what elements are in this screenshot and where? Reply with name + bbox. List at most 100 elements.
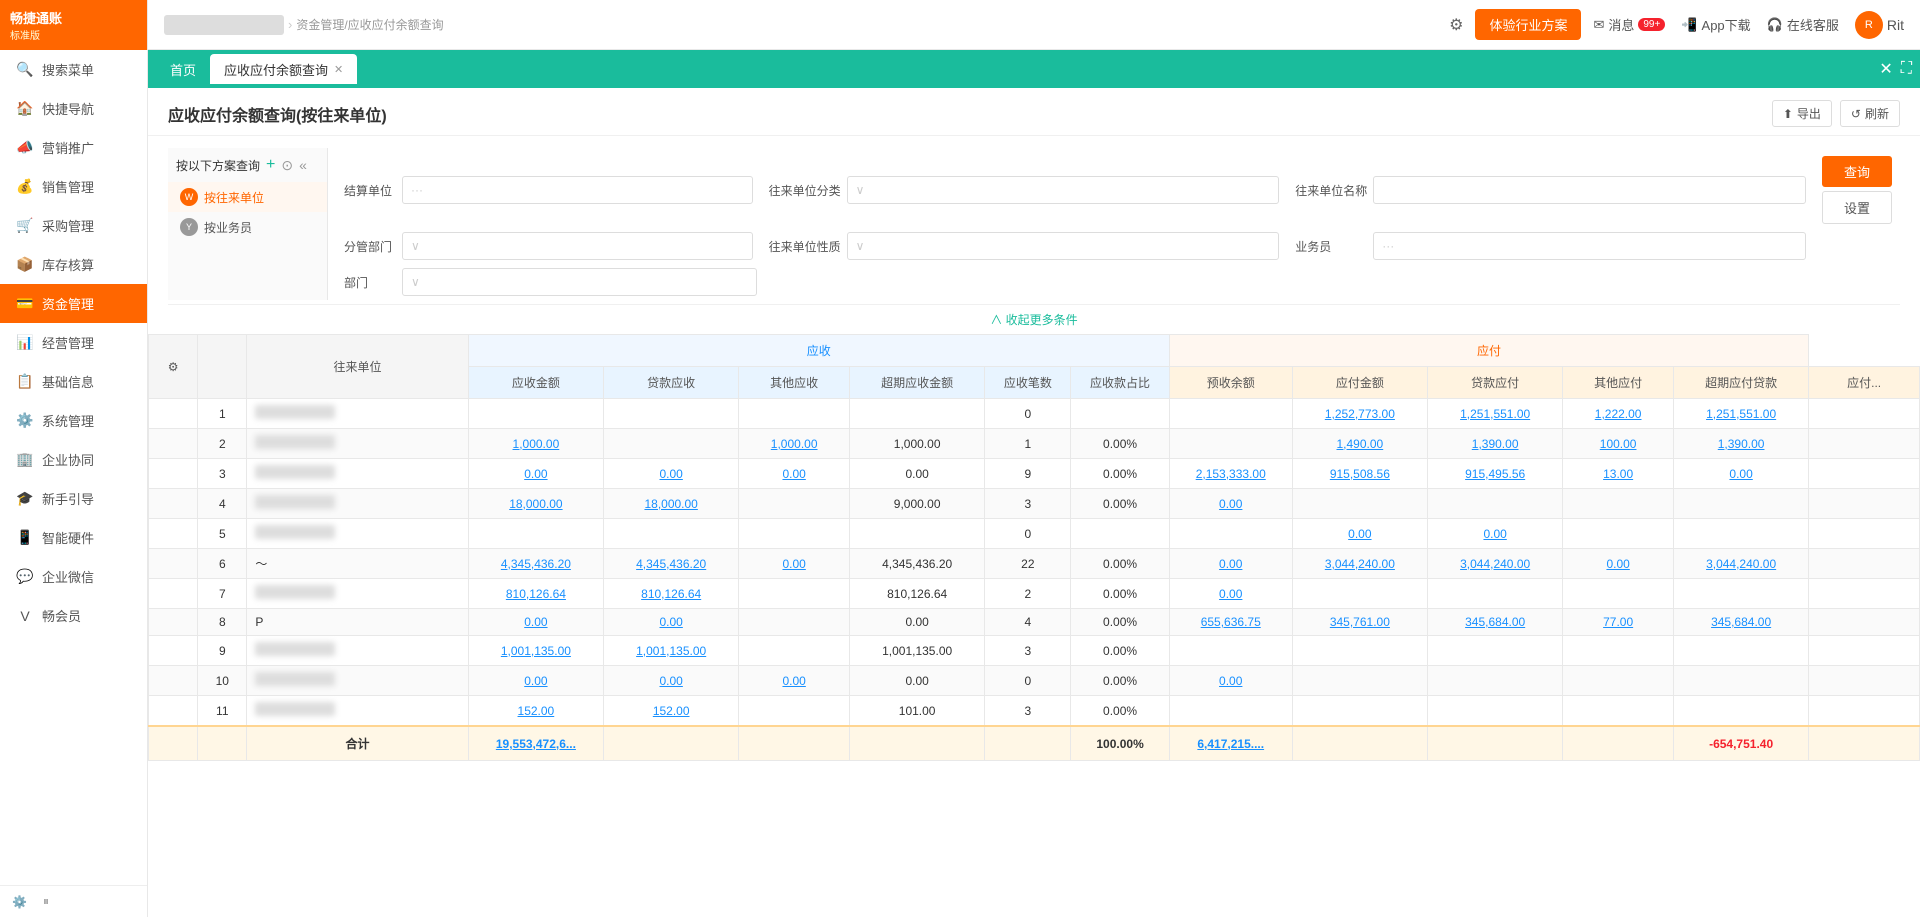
row-ys-credit[interactable]: 1,001,135.00 [604,636,739,666]
scheme-settings-icon[interactable]: ⊙ [281,157,293,174]
promo-button[interactable]: 体验行业方案 [1475,9,1581,40]
row-ys-prepay[interactable]: 655,636.75 [1169,609,1292,636]
row-ys-other[interactable]: 0.00 [739,549,850,579]
row-ys-prepay[interactable]: 0.00 [1169,489,1292,519]
refresh-button[interactable]: ↺ 刷新 [1840,100,1900,127]
partner-name-input[interactable] [1373,176,1806,204]
row-ys-credit[interactable]: 152.00 [604,696,739,727]
row-yf-overdue[interactable]: 1,251,551.00 [1673,399,1808,429]
th-settings[interactable]: ⚙ [149,335,198,399]
sidebar-item-marketing[interactable]: 📣 营销推广 [0,128,147,167]
row-ys-credit[interactable]: 0.00 [604,609,739,636]
scheme-item-partner[interactable]: W 按往来单位 [168,182,327,212]
sidebar-item-system[interactable]: ⚙️ 系统管理 [0,401,147,440]
row-yf-overdue[interactable]: 345,684.00 [1673,609,1808,636]
row-ys-amount[interactable]: 4,345,436.20 [468,549,603,579]
row-yf-amount[interactable]: 1,252,773.00 [1292,399,1427,429]
row-ys-prepay[interactable]: 0.00 [1169,579,1292,609]
export-button[interactable]: ⬆ 导出 [1772,100,1832,127]
query-button[interactable]: 查询 [1822,156,1892,187]
sidebar-item-search[interactable]: 🔍 搜索菜单 [0,50,147,89]
dept-select[interactable]: ∨ [402,232,753,260]
row-partner[interactable] [247,429,468,459]
sidebar-item-finance[interactable]: 💳 资金管理 [0,284,147,323]
setting-button[interactable]: 设置 [1822,191,1892,224]
nature-select[interactable]: ∨ [847,232,1280,260]
sidebar-item-basics[interactable]: 📋 基础信息 [0,362,147,401]
footer-ys-amount[interactable]: 19,553,472,6... [468,726,603,761]
row-yf-other[interactable]: 13.00 [1563,459,1674,489]
row-yf-credit[interactable]: 345,684.00 [1428,609,1563,636]
row-ys-amount[interactable]: 152.00 [468,696,603,727]
collapse-filter-btn[interactable]: ∧ 收起更多条件 [168,304,1900,334]
row-ys-other[interactable]: 0.00 [739,666,850,696]
app-download-btn[interactable]: 📲 App下载 [1681,15,1750,34]
row-partner[interactable] [247,519,468,549]
row-ys-amount[interactable]: 0.00 [468,609,603,636]
sidebar-item-member[interactable]: V 畅会员 [0,596,147,635]
row-yf-credit[interactable]: 915,495.56 [1428,459,1563,489]
sidebar-item-hardware[interactable]: 📱 智能硬件 [0,518,147,557]
row-yf-amount[interactable]: 1,490.00 [1292,429,1427,459]
row-partner[interactable] [247,579,468,609]
message-btn[interactable]: ✉ 消息 99+ [1593,15,1665,34]
row-ys-amount[interactable]: 0.00 [468,666,603,696]
row-yf-credit[interactable]: 0.00 [1428,519,1563,549]
row-ys-other[interactable]: 0.00 [739,459,850,489]
salesperson-input[interactable]: ··· [1373,232,1806,260]
row-yf-credit[interactable]: 1,390.00 [1428,429,1563,459]
row-yf-other[interactable]: 1,222.00 [1563,399,1674,429]
row-ys-credit[interactable]: 18,000.00 [604,489,739,519]
row-partner[interactable] [247,666,468,696]
footer-ys-prepay[interactable]: 6,417,215.... [1169,726,1292,761]
row-yf-other[interactable]: 0.00 [1563,549,1674,579]
row-partner[interactable] [247,489,468,519]
row-ys-prepay[interactable]: 0.00 [1169,549,1292,579]
sidebar-item-purchase[interactable]: 🛒 采购管理 [0,206,147,245]
online-service-btn[interactable]: 🎧 在线客服 [1767,15,1839,34]
row-yf-credit[interactable]: 3,044,240.00 [1428,549,1563,579]
sidebar-item-sales[interactable]: 💰 销售管理 [0,167,147,206]
row-ys-prepay[interactable]: 0.00 [1169,666,1292,696]
row-partner[interactable]: 〜 [247,549,468,579]
tab-home[interactable]: 首页 [156,54,210,84]
row-ys-credit[interactable]: 4,345,436.20 [604,549,739,579]
row-yf-overdue[interactable]: 0.00 [1673,459,1808,489]
row-partner[interactable] [247,636,468,666]
row-ys-amount[interactable]: 810,126.64 [468,579,603,609]
sidebar-item-guide[interactable]: 🎓 新手引导 [0,479,147,518]
row-partner[interactable] [247,459,468,489]
sidebar-item-operations[interactable]: 📊 经营管理 [0,323,147,362]
row-yf-overdue[interactable]: 1,390.00 [1673,429,1808,459]
row-yf-amount[interactable]: 0.00 [1292,519,1427,549]
tab-expand-icon[interactable]: ⛶ [1901,60,1912,78]
row-ys-amount[interactable]: 0.00 [468,459,603,489]
scheme-item-salesperson[interactable]: Y 按业务员 [168,212,327,242]
row-partner[interactable]: P [247,609,468,636]
row-yf-other[interactable]: 77.00 [1563,609,1674,636]
add-scheme-btn[interactable]: + [266,156,275,174]
sidebar-item-wechat[interactable]: 💬 企业微信 [0,557,147,596]
row-ys-amount[interactable]: 1,001,135.00 [468,636,603,666]
row-yf-credit[interactable]: 1,251,551.00 [1428,399,1563,429]
row-yf-amount[interactable]: 915,508.56 [1292,459,1427,489]
sidebar-item-enterprise[interactable]: 🏢 企业协同 [0,440,147,479]
user-info[interactable]: R Rit [1855,11,1904,39]
department-select[interactable]: ∨ [402,268,757,296]
collapse-icon[interactable]: ⏸ [43,894,49,909]
settings-bottom-icon[interactable]: ⚙️ [12,895,27,909]
sidebar-item-nav[interactable]: 🏠 快捷导航 [0,89,147,128]
tab-balance-query[interactable]: 应收应付余额查询 ✕ [210,54,357,84]
row-ys-credit[interactable]: 0.00 [604,666,739,696]
row-yf-amount[interactable]: 3,044,240.00 [1292,549,1427,579]
jiesuan-input[interactable]: ··· [402,176,753,204]
row-yf-other[interactable]: 100.00 [1563,429,1674,459]
row-ys-prepay[interactable]: 2,153,333.00 [1169,459,1292,489]
row-partner[interactable] [247,399,468,429]
row-yf-overdue[interactable]: 3,044,240.00 [1673,549,1808,579]
category-select[interactable]: ∨ [847,176,1280,204]
settings-icon[interactable]: ⚙ [1449,15,1463,35]
sidebar-item-inventory[interactable]: 📦 库存核算 [0,245,147,284]
tab-close-all-icon[interactable]: ✕ [1879,59,1892,79]
row-ys-credit[interactable]: 810,126.64 [604,579,739,609]
